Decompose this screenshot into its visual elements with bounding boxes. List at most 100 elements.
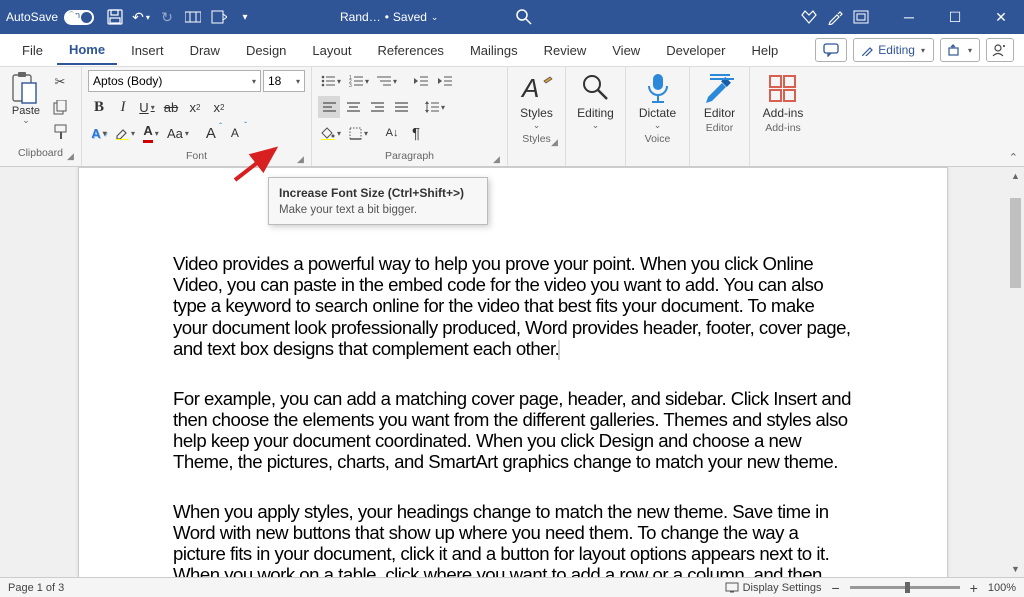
tab-view[interactable]: View — [600, 37, 652, 64]
tab-insert[interactable]: Insert — [119, 37, 176, 64]
scroll-thumb[interactable] — [1010, 198, 1021, 288]
change-case-button[interactable]: Aa▾ — [164, 122, 192, 144]
paste-button[interactable]: Paste ⌄ — [6, 69, 46, 147]
premium-icon[interactable] — [796, 3, 822, 31]
numbering-button[interactable]: 123▾ — [346, 70, 372, 92]
zoom-slider[interactable] — [850, 586, 960, 589]
styles-icon: A — [520, 71, 554, 105]
paragraph-3[interactable]: When you apply styles, your headings cha… — [173, 501, 853, 577]
mic-icon — [641, 71, 675, 105]
text-effects-button[interactable]: A▾ — [88, 122, 110, 144]
display-settings-button[interactable]: Display Settings — [725, 582, 822, 594]
styles-button[interactable]: A Styles⌄ — [514, 69, 559, 133]
scroll-track[interactable] — [1007, 184, 1024, 560]
subscript-button[interactable]: x2 — [184, 96, 206, 118]
maximize-button[interactable]: ☐ — [932, 0, 978, 34]
minimize-button[interactable]: ─ — [886, 0, 932, 34]
underline-button[interactable]: U▾ — [136, 96, 158, 118]
tab-help[interactable]: Help — [739, 37, 790, 64]
undo-icon[interactable]: ↶ ▾ — [128, 3, 154, 31]
collapse-ribbon-button[interactable]: ⌃ — [1009, 151, 1018, 164]
tab-references[interactable]: References — [365, 37, 455, 64]
decrease-indent-button[interactable] — [410, 70, 432, 92]
save-icon[interactable] — [102, 3, 128, 31]
comments-button[interactable] — [815, 38, 847, 62]
editing-button[interactable]: Editing⌄ — [572, 69, 619, 133]
svg-text:A: A — [520, 73, 539, 103]
qat-icon-2[interactable] — [206, 3, 232, 31]
strikethrough-button[interactable]: ab — [160, 96, 182, 118]
paragraph-1[interactable]: Video provides a powerful way to help yo… — [173, 253, 853, 360]
paragraph-2[interactable]: For example, you can add a matching cove… — [173, 388, 853, 473]
styles-launcher[interactable]: ◢ — [548, 136, 561, 149]
qat-icon-1[interactable] — [180, 3, 206, 31]
justify-button[interactable] — [390, 96, 412, 118]
dictate-button[interactable]: Dictate⌄ — [632, 69, 683, 133]
bullets-button[interactable]: ▾ — [318, 70, 344, 92]
group-voice: Dictate⌄ Voice — [626, 67, 690, 166]
highlight-button[interactable]: ▾ — [112, 122, 138, 144]
font-color-button[interactable]: A▾ — [140, 122, 162, 144]
italic-button[interactable]: I — [112, 96, 134, 118]
collab-button[interactable] — [986, 38, 1014, 62]
addins-icon — [766, 71, 800, 105]
multilevel-list-button[interactable]: ▾ — [374, 70, 400, 92]
shading-button[interactable]: ▾ — [318, 122, 344, 144]
page-indicator[interactable]: Page 1 of 3 — [8, 582, 64, 594]
superscript-button[interactable]: x2 — [208, 96, 230, 118]
align-left-button[interactable] — [318, 96, 340, 118]
cut-button[interactable]: ✂ — [48, 71, 72, 93]
align-right-button[interactable] — [366, 96, 388, 118]
line-spacing-button[interactable]: ▾ — [422, 96, 448, 118]
editing-mode-button[interactable]: Editing▾ — [853, 38, 934, 62]
copy-button[interactable] — [48, 96, 72, 118]
editor-button[interactable]: Editor — [696, 69, 743, 122]
zoom-in-button[interactable]: + — [970, 580, 978, 596]
vertical-scrollbar[interactable]: ▲ ▼ — [1007, 167, 1024, 577]
tab-file[interactable]: File — [10, 37, 55, 64]
decrease-font-size-button[interactable]: Aˇ — [224, 122, 246, 144]
sort-button[interactable]: A↓ — [381, 122, 403, 144]
group-label-paragraph: Paragraph◢ — [318, 150, 501, 166]
zoom-out-button[interactable]: − — [831, 580, 839, 596]
coming-soon-icon[interactable] — [822, 3, 848, 31]
close-button[interactable]: ✕ — [978, 0, 1024, 34]
show-marks-button[interactable]: ¶ — [405, 122, 427, 144]
scroll-up-button[interactable]: ▲ — [1007, 167, 1024, 184]
document-title[interactable]: Rand… • Saved ⌄ — [340, 10, 438, 24]
increase-indent-button[interactable] — [434, 70, 456, 92]
bold-button[interactable]: B — [88, 96, 110, 118]
align-center-button[interactable] — [342, 96, 364, 118]
group-editing: Editing⌄ — [566, 67, 626, 166]
search-icon[interactable] — [510, 3, 538, 31]
autosave-toggle[interactable]: AutoSave On — [6, 10, 94, 25]
tab-draw[interactable]: Draw — [178, 37, 232, 64]
font-launcher[interactable]: ◢ — [294, 153, 307, 166]
zoom-level[interactable]: 100% — [988, 582, 1016, 594]
qat-customize-icon[interactable]: ▾ — [232, 3, 258, 31]
tab-mailings[interactable]: Mailings — [458, 37, 530, 64]
share-button[interactable]: ▾ — [940, 38, 980, 62]
group-paragraph: ▾ 123▾ ▾ ▾ ▾ ▾ A↓ ¶ — [312, 67, 508, 166]
scroll-down-button[interactable]: ▼ — [1007, 560, 1024, 577]
tab-layout[interactable]: Layout — [300, 37, 363, 64]
paragraph-launcher[interactable]: ◢ — [490, 153, 503, 166]
tab-design[interactable]: Design — [234, 37, 298, 64]
tab-home[interactable]: Home — [57, 36, 117, 65]
group-label-styles: Styles◢ — [514, 133, 559, 149]
redo-icon[interactable]: ↻ — [154, 3, 180, 31]
document-page[interactable]: Video provides a powerful way to help yo… — [78, 167, 948, 577]
format-painter-button[interactable] — [48, 121, 72, 143]
addins-button[interactable]: Add-ins — [756, 69, 810, 122]
find-icon — [579, 71, 613, 105]
document-body[interactable]: Video provides a powerful way to help yo… — [173, 253, 853, 577]
tab-developer[interactable]: Developer — [654, 37, 737, 64]
font-name-combo[interactable]: Aptos (Body)▾ — [88, 70, 261, 92]
font-size-combo[interactable]: 18▾ — [263, 70, 305, 92]
app-icon[interactable] — [848, 3, 874, 31]
borders-button[interactable]: ▾ — [346, 122, 371, 144]
editor-icon — [703, 71, 737, 105]
tab-review[interactable]: Review — [532, 37, 599, 64]
increase-font-size-button[interactable]: Aˆ — [200, 122, 222, 144]
clipboard-launcher[interactable]: ◢ — [64, 150, 77, 163]
